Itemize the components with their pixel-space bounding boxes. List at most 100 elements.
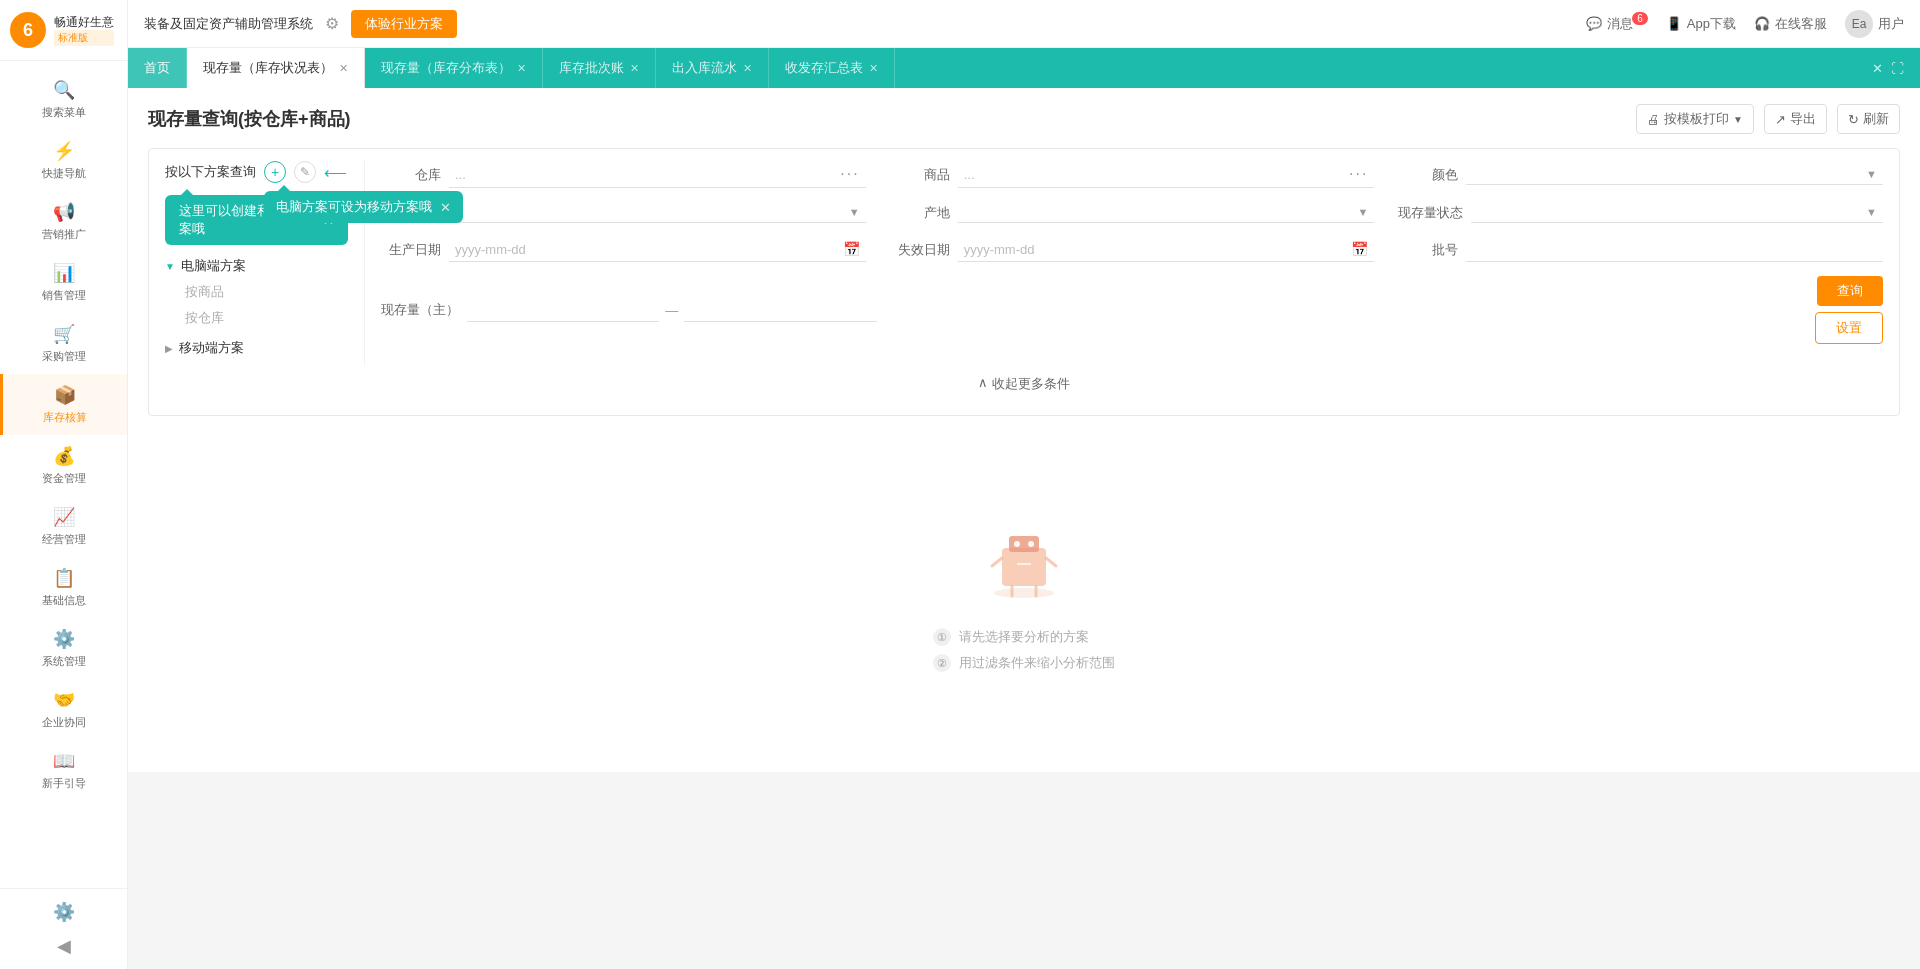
tab-batch[interactable]: 库存批次账 ✕: [543, 48, 656, 88]
filter-arrow-btn[interactable]: ⟵: [324, 164, 347, 181]
online-service-group[interactable]: 🎧 在线客服: [1754, 15, 1827, 33]
sidebar-item-guide[interactable]: 📖 新手引导: [0, 740, 127, 801]
operations-icon: 📈: [53, 506, 75, 528]
svg-rect-1: [1002, 548, 1046, 586]
produce-date-calendar-icon[interactable]: 📅: [843, 241, 860, 257]
svg-line-6: [992, 558, 1002, 566]
tab-inventory-status-close[interactable]: ✕: [339, 62, 348, 75]
tab-flow[interactable]: 出入库流水 ✕: [656, 48, 769, 88]
tab-flow-close[interactable]: ✕: [743, 62, 752, 75]
step-num-1: ①: [933, 628, 951, 646]
sidebar-item-quicknav[interactable]: ⚡ 快捷导航: [0, 130, 127, 191]
filter-section: 按以下方案查询 + 电脑方案可设为移动方案哦 ✕: [148, 148, 1900, 416]
tab-close-all-icon[interactable]: ✕: [1872, 61, 1883, 76]
guide-icon: 📖: [53, 750, 75, 772]
tab-home[interactable]: 首页: [128, 48, 187, 88]
stock-status-select[interactable]: ▼: [1471, 202, 1883, 223]
sidebar-label-inventory: 库存核算: [43, 410, 87, 425]
export-icon: ↗: [1775, 112, 1786, 127]
sidebar-item-system[interactable]: ⚙️ 系统管理: [0, 618, 127, 679]
edit-tooltip-arrow: [181, 189, 193, 195]
search-button[interactable]: 查询: [1817, 276, 1883, 306]
tab-summary-close[interactable]: ✕: [869, 62, 878, 75]
export-btn[interactable]: ↗ 导出: [1764, 104, 1827, 134]
user-group[interactable]: Ea 用户: [1845, 10, 1904, 38]
settings-icon[interactable]: ⚙: [325, 14, 339, 33]
produce-date-field[interactable]: [455, 242, 843, 257]
tab-inventory-dist-close[interactable]: ✕: [517, 62, 526, 75]
sidebar-item-marketing[interactable]: 📢 营销推广: [0, 191, 127, 252]
goods-placeholder: ...: [964, 167, 975, 182]
mobile-scheme-header[interactable]: ▶ 移动端方案: [165, 335, 348, 361]
online-service-label: 在线客服: [1775, 15, 1827, 33]
refresh-btn[interactable]: ↻ 刷新: [1837, 104, 1900, 134]
scheme-tooltip-close[interactable]: ✕: [440, 200, 451, 215]
arrow-scheme-wrapper: ⟵: [324, 163, 347, 182]
stock-amount-label: 现存量（主）: [381, 301, 459, 319]
sidebar-label-guide: 新手引导: [42, 776, 86, 791]
tab-inventory-dist[interactable]: 现存量（库存分布表） ✕: [365, 48, 543, 88]
finance-icon: 💰: [53, 445, 75, 467]
desktop-scheme-header[interactable]: ▼ 电脑端方案: [165, 253, 348, 279]
collapse-up-icon: ∧: [978, 375, 988, 393]
tab-summary[interactable]: 收发存汇总表 ✕: [769, 48, 895, 88]
edit-scheme-btn[interactable]: ✎: [294, 161, 316, 183]
main-area: 装备及固定资产辅助管理系统 ⚙ 体验行业方案 💬 消息 6 📱 App下载 🎧 …: [128, 0, 1920, 969]
tab-expand-icon[interactable]: ⛶: [1891, 61, 1904, 76]
sidebar-item-finance[interactable]: 💰 资金管理: [0, 435, 127, 496]
expire-date-calendar-icon[interactable]: 📅: [1351, 241, 1368, 257]
tab-batch-close[interactable]: ✕: [630, 62, 639, 75]
sidebar-item-sales[interactable]: 📊 销售管理: [0, 252, 127, 313]
scheme-item-goods[interactable]: 按商品: [165, 279, 348, 305]
add-scheme-btn[interactable]: +: [264, 161, 286, 183]
edit-icon: ✎: [300, 165, 310, 179]
origin-label: 产地: [890, 204, 950, 222]
origin-select[interactable]: ▼: [958, 202, 1375, 223]
empty-illustration: [974, 508, 1074, 608]
sidebar-item-purchase[interactable]: 🛒 采购管理: [0, 313, 127, 374]
empty-state: ① 请先选择要分析的方案 ② 用过滤条件来缩小分析范围: [148, 428, 1900, 756]
print-arrow-icon: ▼: [1733, 114, 1743, 125]
sidebar-label-operations: 经营管理: [42, 532, 86, 547]
expire-date-field[interactable]: [964, 242, 1352, 257]
expire-date-label: 失效日期: [890, 241, 950, 259]
header-actions: 🖨 按模板打印 ▼ ↗ 导出 ↻ 刷新: [1636, 104, 1900, 134]
notice-group[interactable]: 💬 消息 6: [1586, 15, 1648, 33]
sidebar-item-operations[interactable]: 📈 经营管理: [0, 496, 127, 557]
desktop-arrow-icon: ▼: [165, 261, 175, 272]
goods-select[interactable]: ... ···: [958, 161, 1375, 188]
sidebar-item-basic[interactable]: 📋 基础信息: [0, 557, 127, 618]
size-select[interactable]: ▼: [449, 202, 866, 223]
step-num-2: ②: [933, 654, 951, 672]
tab-home-label: 首页: [144, 59, 170, 77]
sidebar-label-system: 系统管理: [42, 654, 86, 669]
scheme-item-warehouse[interactable]: 按仓库: [165, 305, 348, 331]
sidebar-item-enterprise[interactable]: 🤝 企业协同: [0, 679, 127, 740]
collapse-sidebar-icon[interactable]: ◀: [57, 935, 71, 957]
mobile-scheme-label: 移动端方案: [179, 339, 244, 357]
batch-input[interactable]: [1466, 238, 1883, 262]
svg-point-3: [1014, 541, 1020, 547]
expire-date-input[interactable]: 📅: [958, 237, 1375, 262]
collapse-row[interactable]: ∧ 收起更多条件: [165, 365, 1883, 403]
sidebar-item-search[interactable]: 🔍 搜索菜单: [0, 69, 127, 130]
color-select[interactable]: ▼: [1466, 164, 1883, 185]
sidebar-footer: ⚙️ ◀: [0, 888, 127, 969]
svg-point-0: [994, 588, 1054, 598]
stock-amount-min[interactable]: [467, 298, 659, 322]
logo-icon: 6: [10, 12, 46, 48]
produce-date-input[interactable]: 📅: [449, 237, 866, 262]
size-arrow-icon: ▼: [849, 206, 860, 218]
app-download-group[interactable]: 📱 App下载: [1666, 15, 1736, 33]
reset-button[interactable]: 设置: [1815, 312, 1883, 344]
solution-button[interactable]: 体验行业方案: [351, 10, 457, 38]
sidebar-item-inventory[interactable]: 📦 库存核算: [0, 374, 127, 435]
tab-inventory-dist-label: 现存量（库存分布表）: [381, 59, 511, 77]
color-label: 颜色: [1398, 166, 1458, 184]
settings-footer-icon[interactable]: ⚙️: [53, 901, 75, 923]
tab-inventory-status[interactable]: 现存量（库存状况表） ✕: [187, 48, 365, 88]
warehouse-select[interactable]: ... ···: [449, 161, 866, 188]
print-template-btn[interactable]: 🖨 按模板打印 ▼: [1636, 104, 1754, 134]
sidebar-label-basic: 基础信息: [42, 593, 86, 608]
stock-amount-max[interactable]: [684, 298, 876, 322]
